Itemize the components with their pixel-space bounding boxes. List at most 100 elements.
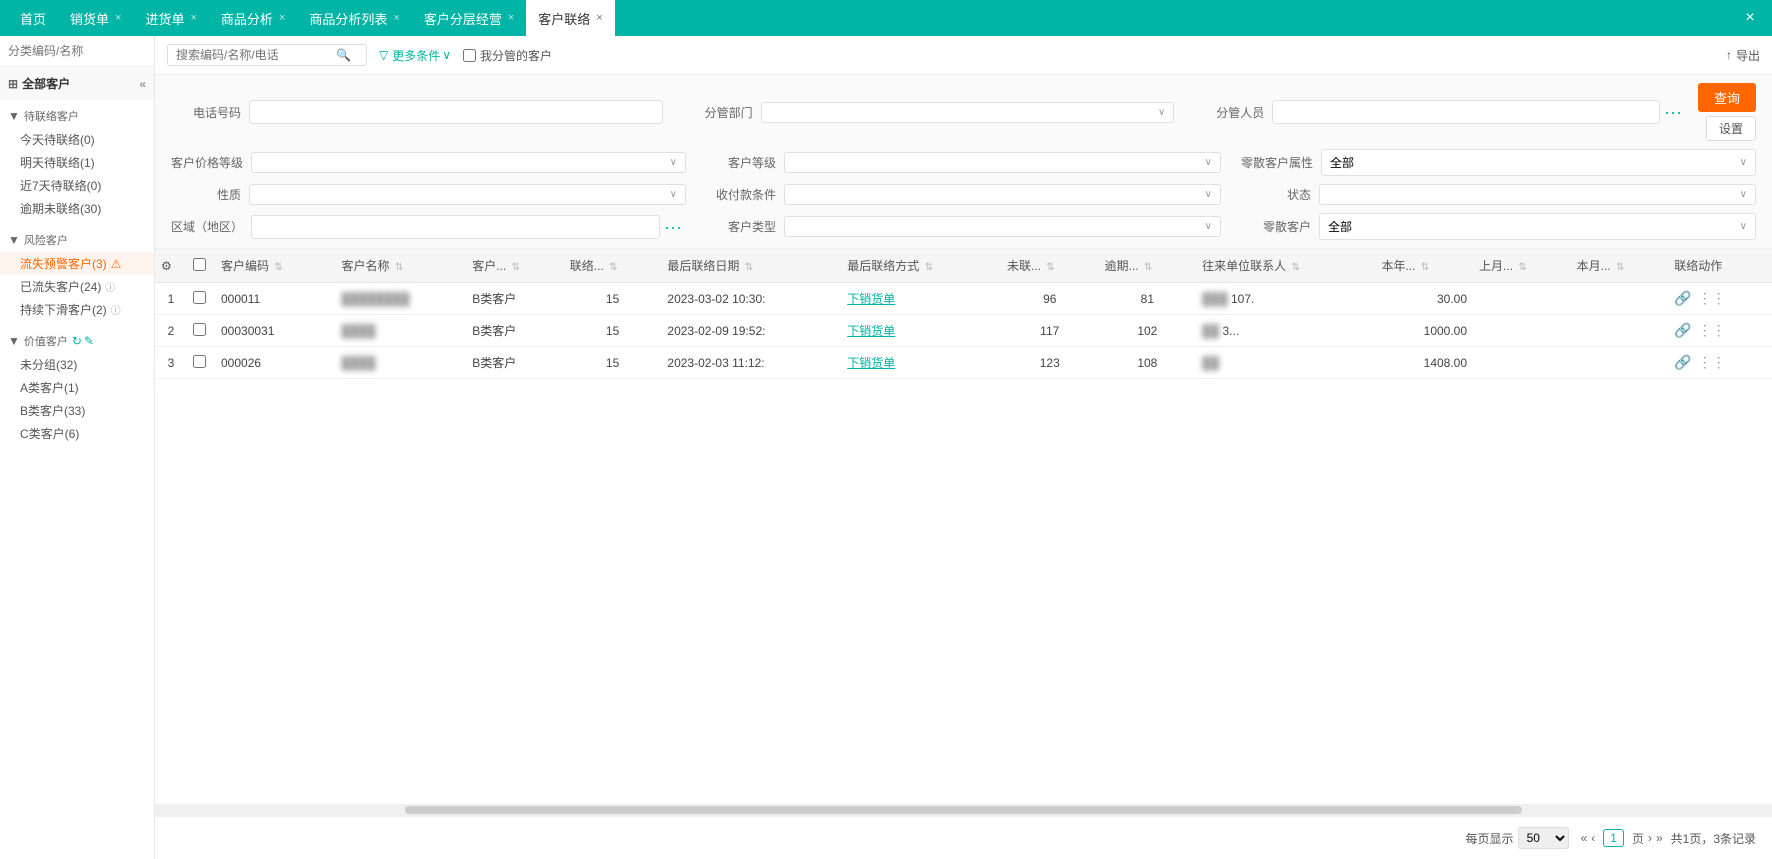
nav-item-customer-layer[interactable]: 客户分层经营 ×: [412, 0, 526, 36]
col-contact2[interactable]: 往来单位联系人 ⇅: [1196, 249, 1375, 283]
status-select[interactable]: ∨: [1319, 184, 1756, 205]
row-name: ████: [335, 347, 466, 379]
sidebar-item-declining[interactable]: 持续下滑客户(2) ⓘ: [0, 298, 154, 321]
col-type[interactable]: 客户... ⇅: [466, 249, 564, 283]
close-icon[interactable]: ×: [279, 12, 285, 24]
row-overdue: 102: [1099, 315, 1197, 347]
page-word: 页: [1632, 830, 1644, 847]
link-icon[interactable]: 🔗: [1674, 322, 1691, 339]
nav-item-analysis-list[interactable]: 商品分析列表 ×: [297, 0, 411, 36]
row-checkbox[interactable]: [193, 323, 206, 336]
col-last-method[interactable]: 最后联络方式 ⇅: [841, 249, 1001, 283]
sidebar-item-today[interactable]: 今天待联络(0): [0, 128, 154, 151]
scrollbar-thumb[interactable]: [405, 806, 1522, 814]
nav-item-analysis[interactable]: 商品分析 ×: [209, 0, 297, 36]
export-button[interactable]: ↑ 导出: [1726, 47, 1760, 64]
sidebar-search-input[interactable]: [8, 44, 155, 58]
col-last-date[interactable]: 最后联络日期 ⇅: [661, 249, 841, 283]
region-input[interactable]: [251, 215, 660, 239]
sidebar-group-pending-title[interactable]: ▼ 待联络客户: [0, 104, 154, 128]
last-page-button[interactable]: »: [1656, 831, 1663, 845]
next-page-button[interactable]: ›: [1648, 831, 1652, 845]
more-icon[interactable]: ···: [660, 218, 686, 236]
query-button[interactable]: 查询: [1698, 83, 1756, 112]
col-last-month[interactable]: 上月... ⇅: [1473, 249, 1571, 283]
close-icon[interactable]: ×: [115, 12, 121, 24]
col-code[interactable]: 客户编码 ⇅: [215, 249, 335, 283]
col-overdue[interactable]: 逾期... ⇅: [1099, 249, 1197, 283]
sidebar-group-value-title[interactable]: ▼ 价值客户 ↻ ✎: [0, 329, 154, 353]
scatter-cust-select[interactable]: 全部 ∨: [1319, 213, 1756, 240]
col-this-month[interactable]: 本月... ⇅: [1571, 249, 1669, 283]
row-contact2: ███ 107.: [1196, 283, 1375, 315]
more-actions-icon[interactable]: ⋮⋮: [1698, 322, 1726, 339]
sidebar-item-overdue[interactable]: 逾期未联络(30): [0, 197, 154, 220]
close-all-button[interactable]: ×: [1736, 4, 1764, 32]
close-icon[interactable]: ×: [508, 12, 514, 24]
customer-table: ⚙ 客户编码 ⇅ 客户名称 ⇅ 客户... ⇅ 联络... ⇅ 最后联络日期 ⇅…: [155, 249, 1772, 379]
nav-item-home[interactable]: 首页: [8, 0, 58, 36]
refresh-icon[interactable]: ↻: [72, 334, 82, 348]
prev-page-button[interactable]: ‹: [1591, 831, 1595, 845]
payment-select[interactable]: ∨: [784, 184, 1221, 205]
more-actions-icon[interactable]: ⋮⋮: [1698, 290, 1726, 307]
nav-item-sales[interactable]: 销货单 ×: [58, 0, 133, 36]
col-name[interactable]: 客户名称 ⇅: [335, 249, 466, 283]
my-customer-checkbox[interactable]: [463, 49, 476, 62]
close-icon[interactable]: ×: [596, 12, 602, 24]
sidebar-group-risk-title[interactable]: ▼ 风险客户: [0, 228, 154, 252]
sort-icon: ⇅: [1144, 262, 1152, 273]
link-icon[interactable]: 🔗: [1674, 354, 1691, 371]
select-all-checkbox[interactable]: [193, 258, 206, 271]
person-label: 分管人员: [1194, 104, 1264, 121]
link-icon[interactable]: 🔗: [1674, 290, 1691, 307]
sidebar-item-churned[interactable]: 已流失客户(24) ⓘ: [0, 275, 154, 298]
search-icon[interactable]: 🔍: [336, 48, 351, 62]
my-customer-checkbox-label[interactable]: 我分管的客户: [463, 47, 552, 64]
person-input[interactable]: [1272, 100, 1660, 124]
close-icon[interactable]: ×: [190, 12, 196, 24]
sidebar-item-a-class[interactable]: A类客户(1): [0, 376, 154, 399]
top-nav: 首页 销货单 × 进货单 × 商品分析 × 商品分析列表 × 客户分层经营 × …: [0, 0, 1772, 36]
col-year[interactable]: 本年... ⇅: [1375, 249, 1473, 283]
nav-item-purchase[interactable]: 进货单 ×: [133, 0, 208, 36]
scatter-attr-select[interactable]: 全部 ∨: [1321, 149, 1756, 176]
filter-field-nature: 性质 ∨: [171, 184, 686, 205]
phone-input[interactable]: [249, 100, 663, 124]
cust-type-select[interactable]: ∨: [784, 216, 1221, 237]
close-icon[interactable]: ×: [393, 12, 399, 24]
more-filter-button[interactable]: ▽ 更多条件 ∨: [379, 47, 451, 64]
sidebar-item-b-class[interactable]: B类客户(33): [0, 399, 154, 422]
col-gear[interactable]: ⚙: [155, 249, 187, 283]
sidebar-item-tomorrow[interactable]: 明天待联络(1): [0, 151, 154, 174]
row-checkbox[interactable]: [193, 291, 206, 304]
nature-label: 性质: [171, 186, 241, 203]
sidebar-item-c-class[interactable]: C类客户(6): [0, 422, 154, 445]
cust-level-select[interactable]: ∨: [784, 152, 1221, 173]
nature-select[interactable]: ∨: [249, 184, 686, 205]
more-actions-icon[interactable]: ⋮⋮: [1698, 354, 1726, 371]
grid-icon: ⊞: [8, 77, 18, 91]
sidebar-item-churn-warning[interactable]: 流失预警客户(3) ⚠: [0, 252, 154, 275]
edit-icon[interactable]: ✎: [84, 334, 94, 348]
gear-icon[interactable]: ⚙: [161, 259, 172, 273]
row-checkbox[interactable]: [193, 355, 206, 368]
page-size-select[interactable]: 50 100: [1518, 827, 1569, 849]
sort-icon: ⇅: [1046, 262, 1054, 273]
first-page-button[interactable]: «: [1581, 831, 1588, 845]
more-icon[interactable]: ···: [1660, 103, 1686, 121]
col-unlink[interactable]: 未联... ⇅: [1001, 249, 1099, 283]
collapse-icon[interactable]: «: [139, 77, 146, 91]
warning-icon: ⚠: [111, 257, 122, 271]
sidebar-item-week[interactable]: 近7天待联络(0): [0, 174, 154, 197]
sidebar-item-ungroup[interactable]: 未分组(32): [0, 353, 154, 376]
dept-select[interactable]: ∨: [761, 102, 1175, 123]
sidebar-search-box: 🔍: [0, 36, 154, 67]
horizontal-scrollbar[interactable]: [155, 804, 1772, 816]
nav-item-customer-contact[interactable]: 客户联络 ×: [526, 0, 614, 36]
col-contact[interactable]: 联络... ⇅: [564, 249, 662, 283]
table-row: 3 000026 ████ B类客户 15 2023-02-03 11:12: …: [155, 347, 1772, 379]
price-level-select[interactable]: ∨: [251, 152, 686, 173]
search-input[interactable]: [176, 48, 336, 62]
setting-button[interactable]: 设置: [1706, 116, 1756, 141]
